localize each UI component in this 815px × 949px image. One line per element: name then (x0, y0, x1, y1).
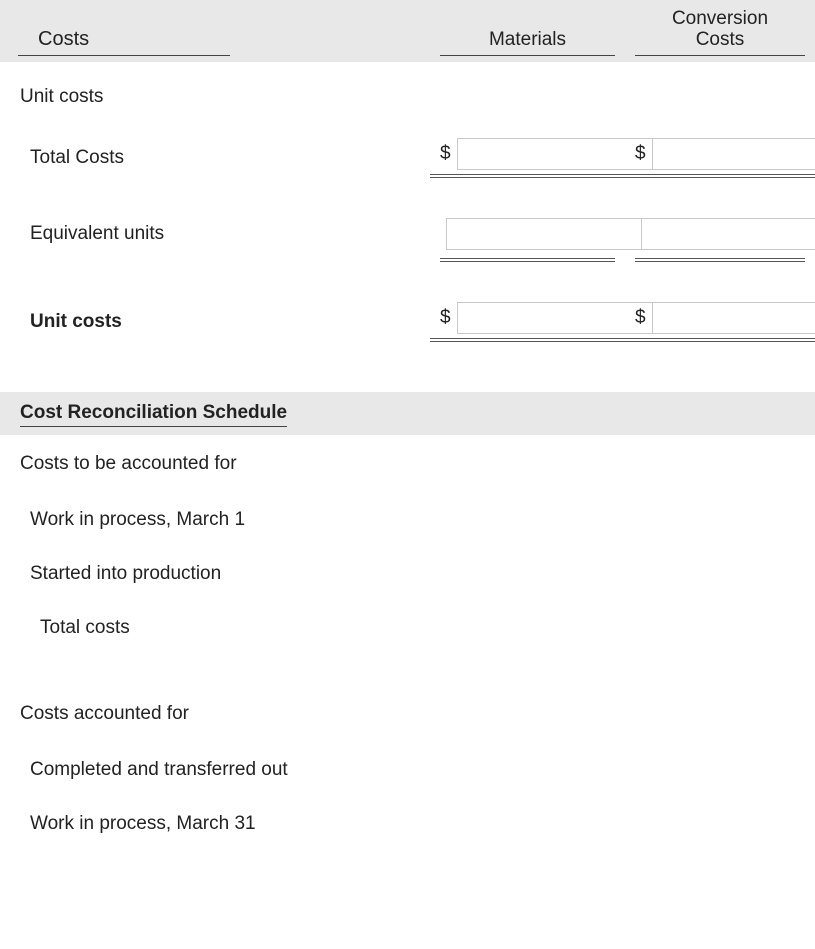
cell-unit-costs-materials: $ (430, 302, 625, 342)
column-header-conversion-line2: Costs (635, 30, 805, 51)
cell-equivalent-units-materials (430, 218, 625, 250)
currency-prefix: $ (635, 143, 646, 165)
input-equivalent-units-conversion[interactable] (641, 218, 815, 250)
currency-prefix: $ (635, 307, 646, 329)
currency-prefix: $ (440, 307, 451, 329)
costs-header-band: Costs Materials Conversion Costs (0, 0, 815, 62)
double-rule (635, 258, 805, 262)
label-started: Started into production (0, 547, 815, 601)
cell-unit-costs-conversion: $ (625, 302, 815, 342)
row-equivalent-units-rule (0, 254, 815, 282)
label-wip-end: Work in process, March 31 (0, 797, 815, 851)
cell-total-costs-materials: $ (430, 138, 625, 178)
label-completed-out: Completed and transferred out (0, 743, 815, 797)
column-header-materials: Materials (440, 23, 615, 56)
label-costs-accounted: Costs accounted for (0, 685, 815, 743)
label-wip-start: Work in process, March 1 (0, 493, 815, 547)
unit-costs-section-title: Unit costs (0, 62, 815, 118)
row-total-costs: Total Costs $ $ (0, 118, 815, 198)
currency-prefix: $ (440, 143, 451, 165)
label-total-costs: Total Costs (0, 147, 430, 169)
column-header-conversion-line1: Conversion (635, 9, 805, 30)
label-equivalent-units: Equivalent units (0, 223, 430, 245)
label-costs-to-be-accounted: Costs to be accounted for (0, 435, 815, 493)
cell-equivalent-units-conversion (625, 218, 815, 250)
column-header-conversion: Conversion Costs (635, 3, 805, 56)
label-unit-costs: Unit costs (0, 311, 430, 333)
row-unit-costs: Unit costs $ $ (0, 282, 815, 362)
input-total-costs-conversion[interactable] (652, 138, 815, 170)
cost-reconciliation-heading: Cost Reconciliation Schedule (20, 402, 287, 427)
double-rule (440, 258, 615, 262)
cell-total-costs-conversion: $ (625, 138, 815, 178)
label-total-costs-recon: Total costs (0, 601, 815, 655)
input-unit-costs-conversion[interactable] (652, 302, 815, 334)
row-equivalent-units: Equivalent units (0, 198, 815, 254)
column-header-costs: Costs (18, 0, 230, 56)
cost-reconciliation-band: Cost Reconciliation Schedule (0, 392, 815, 435)
